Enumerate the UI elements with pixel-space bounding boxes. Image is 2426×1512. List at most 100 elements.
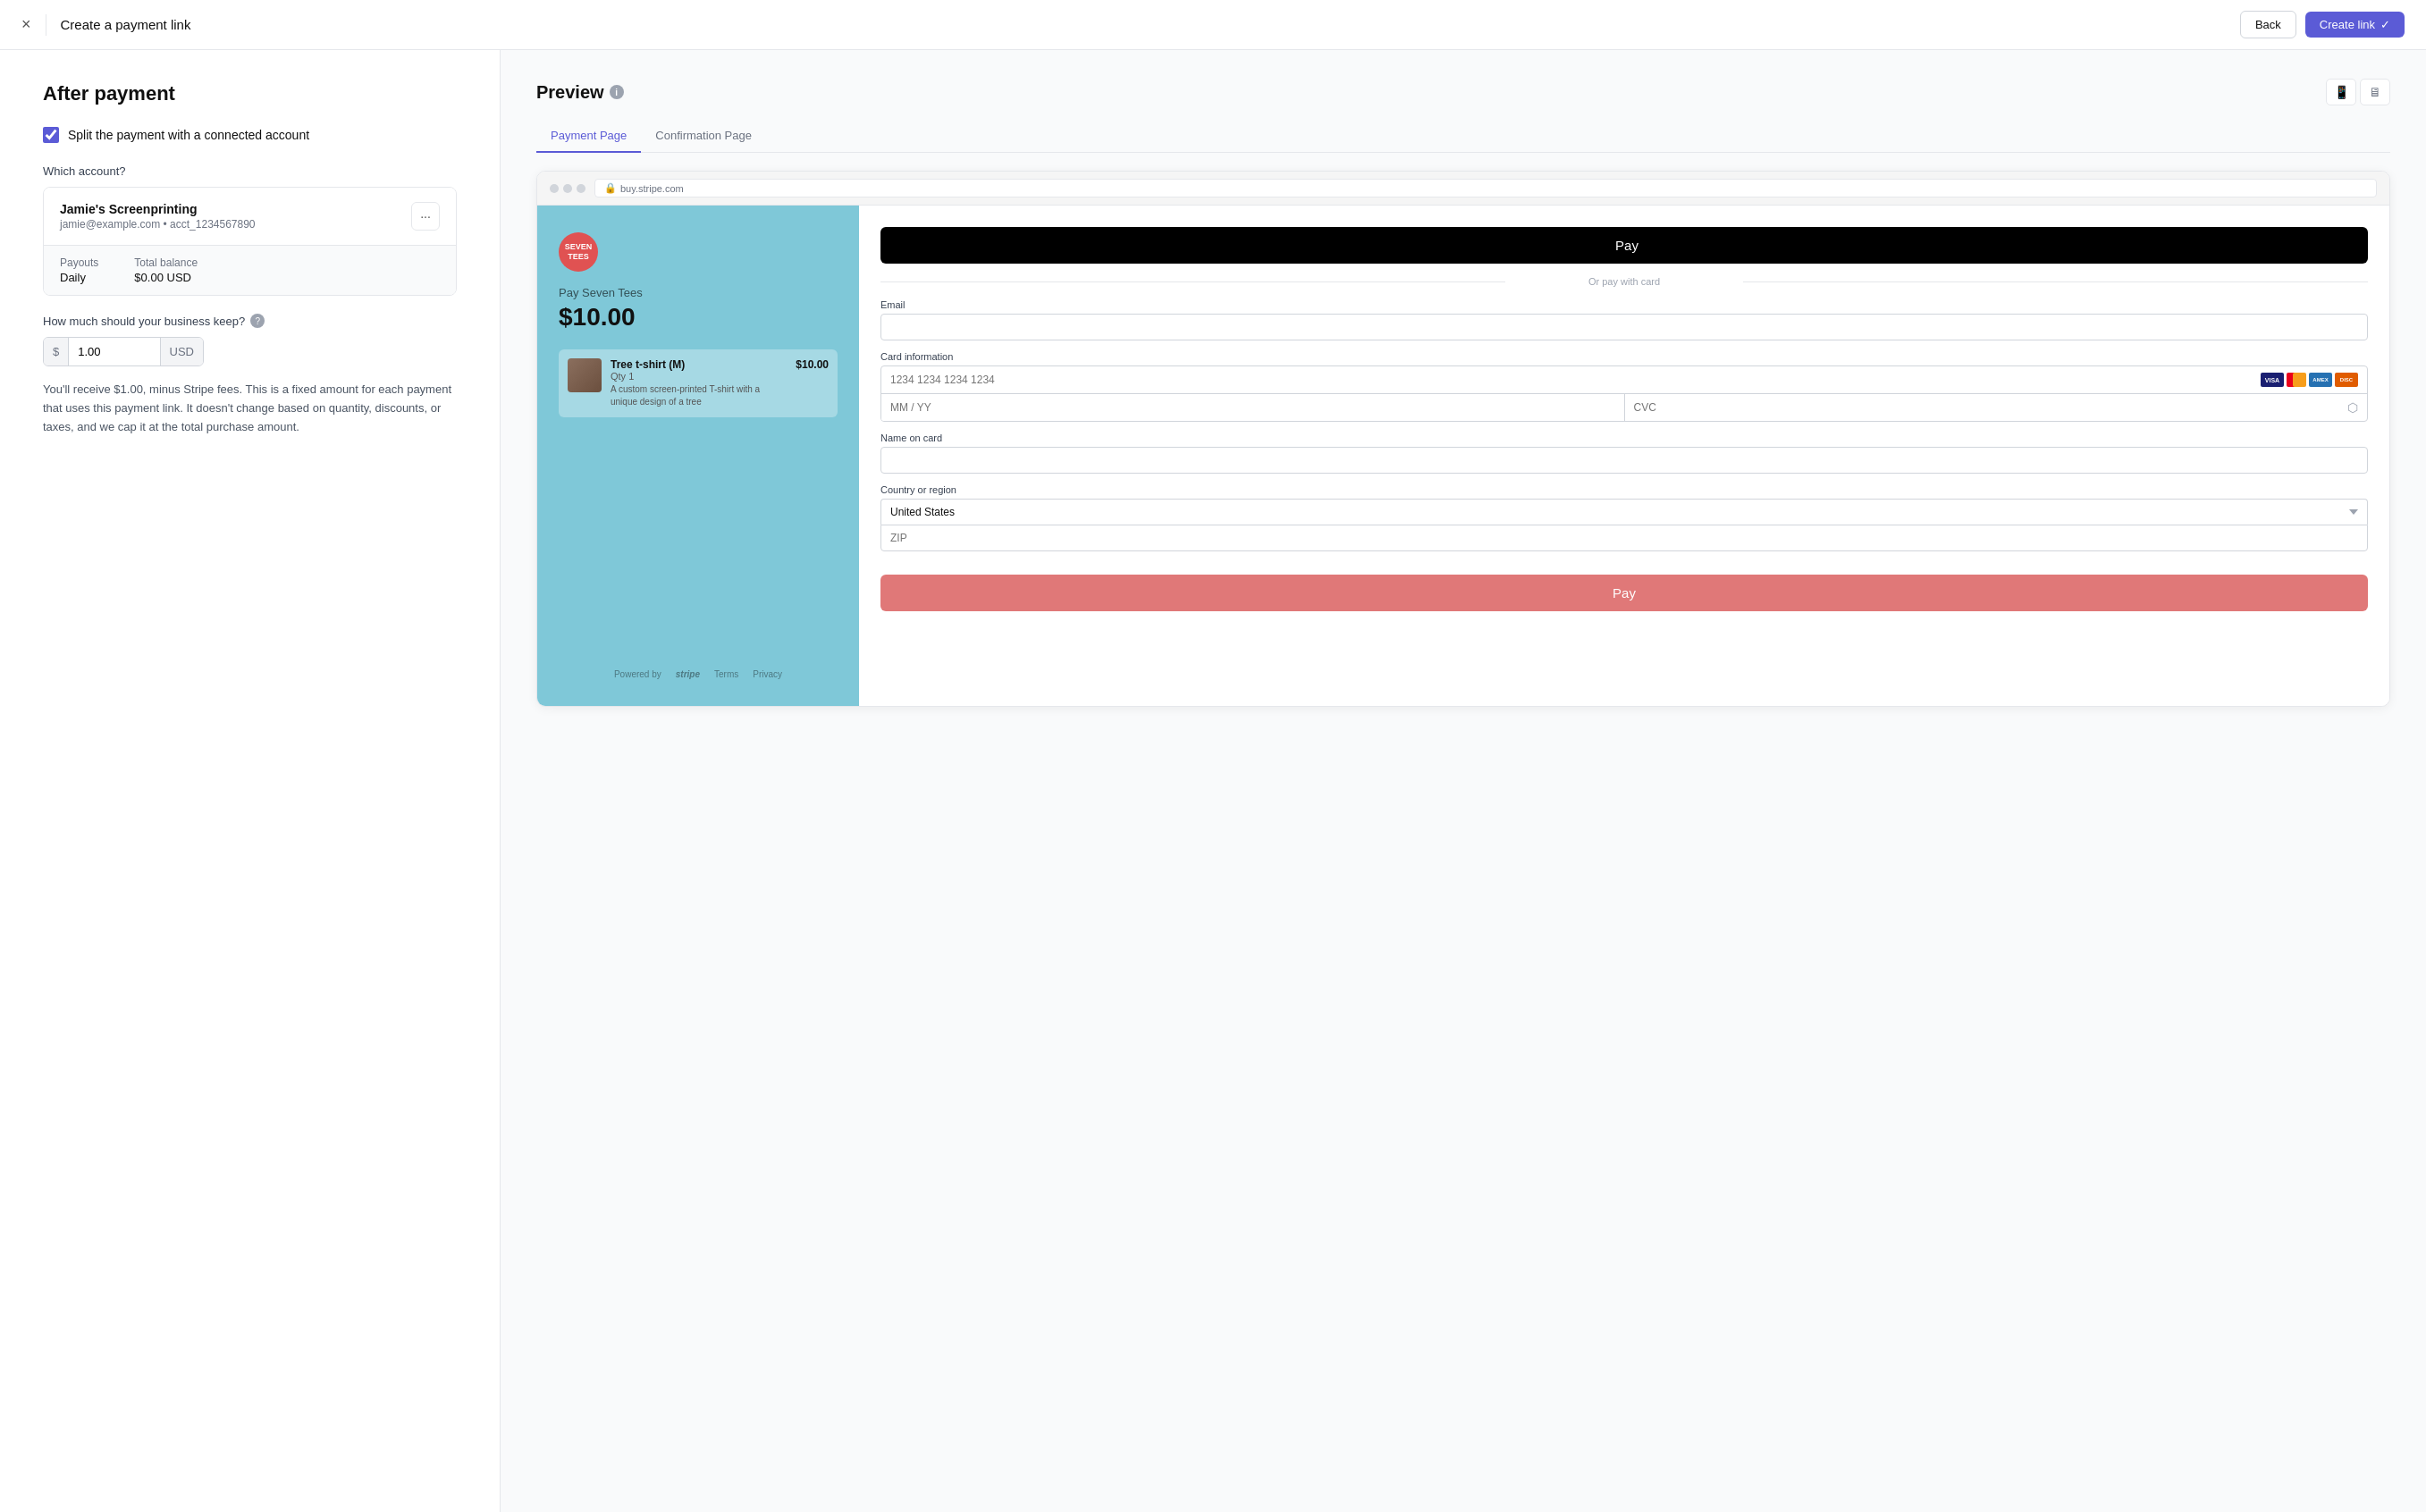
close-icon: × [21, 15, 31, 34]
split-payment-label: Split the payment with a connected accou… [68, 128, 309, 142]
product-info: Tree t-shirt (M) Qty 1 A custom screen-p… [611, 358, 787, 408]
privacy-link[interactable]: Privacy [753, 669, 782, 679]
merchant-badge: SEVENTEES [559, 232, 598, 272]
account-card-bottom: Payouts Daily Total balance $0.00 USD [44, 245, 456, 295]
right-panel: Preview i 📱 🖥 Payment Page Confirmation … [501, 50, 2426, 1512]
balance-value: $0.00 USD [134, 271, 198, 284]
balance-label: Total balance [134, 256, 198, 269]
card-cvc-wrapper: ⬡ [1624, 394, 2368, 421]
account-card: Jamie's Screenprinting jamie@example.com… [43, 187, 457, 296]
browser-url: 🔒 buy.stripe.com [594, 179, 2377, 197]
keep-label: How much should your business keep? [43, 315, 245, 328]
amex-logo: AMEX [2309, 373, 2332, 387]
topbar-left: × Create a payment link [21, 14, 190, 36]
country-label: Country or region [880, 484, 2368, 495]
split-payment-row: Split the payment with a connected accou… [43, 127, 457, 143]
split-payment-checkbox[interactable] [43, 127, 59, 143]
preview-product-info: SEVENTEES Pay Seven Tees $10.00 Tree t-s… [559, 232, 838, 417]
card-information-field: Card information VISA [880, 351, 2368, 422]
cvc-icon: ⬡ [2347, 400, 2358, 415]
card-number-input[interactable] [890, 374, 2261, 386]
name-on-card-field: Name on card [880, 433, 2368, 474]
country-region-field: Country or region United States [880, 484, 2368, 551]
balance-stat: Total balance $0.00 USD [134, 256, 198, 284]
which-account-label: Which account? [43, 164, 457, 178]
back-button[interactable]: Back [2240, 11, 2296, 38]
create-link-label: Create link [2320, 18, 2375, 31]
topbar: × Create a payment link Back Create link… [0, 0, 2426, 50]
product-price: $10.00 [796, 358, 829, 371]
terms-link[interactable]: Terms [714, 669, 738, 679]
topbar-right: Back Create link ✓ [2240, 11, 2405, 38]
browser-dot-3 [577, 184, 585, 193]
browser-dot-1 [550, 184, 559, 193]
card-logos: VISA AMEX DISC [2261, 373, 2358, 387]
amount-suffix: USD [160, 338, 203, 365]
preview-form-panel: Pay Or pay with card Email Card informat… [859, 206, 2389, 706]
powered-by-text: Powered by [614, 669, 661, 679]
card-fields-group: VISA AMEX DISC [880, 365, 2368, 422]
pay-label: Pay Seven Tees [559, 286, 838, 299]
preview-title: Preview i [536, 82, 624, 103]
visa-logo: VISA [2261, 373, 2284, 387]
preview-header: Preview i 📱 🖥 [536, 79, 2390, 105]
account-info: Jamie's Screenprinting jamie@example.com… [60, 202, 256, 231]
pay-button[interactable]: Pay [880, 575, 2368, 611]
email-input[interactable] [880, 314, 2368, 340]
desktop-view-button[interactable]: 🖥 [2360, 79, 2390, 105]
preview-footer: Powered by stripe Terms Privacy [559, 669, 838, 679]
preview-info-icon[interactable]: i [610, 85, 624, 99]
lock-icon: 🔒 [604, 182, 617, 194]
tab-confirmation-page[interactable]: Confirmation Page [641, 120, 766, 153]
discover-logo: DISC [2335, 373, 2358, 387]
card-expiry-cvc-row: ⬡ [881, 394, 2367, 421]
stripe-logo: stripe [676, 669, 700, 679]
product-name: Tree t-shirt (M) [611, 358, 787, 371]
name-on-card-input[interactable] [880, 447, 2368, 474]
product-row: Tree t-shirt (M) Qty 1 A custom screen-p… [559, 349, 838, 417]
product-image-inner [568, 358, 602, 392]
browser-dot-2 [563, 184, 572, 193]
amount-prefix: $ [44, 338, 69, 365]
main-layout: After payment Split the payment with a c… [0, 50, 2426, 1512]
account-more-button[interactable]: ··· [411, 202, 440, 231]
close-button[interactable]: × [21, 15, 31, 34]
account-email: jamie@example.com • acct_1234567890 [60, 218, 256, 231]
left-panel: After payment Split the payment with a c… [0, 50, 501, 1512]
keep-info-icon[interactable]: ? [250, 314, 265, 328]
zip-input[interactable] [880, 525, 2368, 551]
account-name: Jamie's Screenprinting [60, 202, 256, 216]
card-cvc-input[interactable] [1634, 401, 2348, 414]
or-pay-divider: Or pay with card [880, 276, 2368, 287]
card-label: Card information [880, 351, 2368, 362]
mobile-view-button[interactable]: 📱 [2326, 79, 2356, 105]
browser-content: SEVENTEES Pay Seven Tees $10.00 Tree t-s… [537, 206, 2389, 706]
keep-label-row: How much should your business keep? ? [43, 314, 457, 328]
page-title: Create a payment link [61, 17, 191, 32]
account-card-top: Jamie's Screenprinting jamie@example.com… [44, 188, 456, 245]
payouts-label: Payouts [60, 256, 98, 269]
apple-pay-button[interactable]: Pay [880, 227, 2368, 264]
checkmark-icon: ✓ [2380, 18, 2390, 31]
card-number-row: VISA AMEX DISC [881, 366, 2367, 394]
preview-product-panel: SEVENTEES Pay Seven Tees $10.00 Tree t-s… [537, 206, 859, 706]
browser-dots [550, 184, 585, 193]
payouts-value: Daily [60, 271, 98, 284]
browser-bar: 🔒 buy.stripe.com [537, 172, 2389, 206]
mastercard-logo-2 [2293, 373, 2306, 387]
helper-text: You'll receive $1.00, minus Stripe fees.… [43, 381, 457, 436]
apple-pay-label: Pay [1615, 238, 1638, 253]
create-link-button[interactable]: Create link ✓ [2305, 12, 2405, 38]
product-qty: Qty 1 [611, 371, 787, 382]
name-on-card-label: Name on card [880, 433, 2368, 443]
device-toggle: 📱 🖥 [2326, 79, 2390, 105]
product-desc: A custom screen-printed T-shirt with a u… [611, 383, 787, 408]
email-label: Email [880, 299, 2368, 310]
amount-input[interactable] [69, 338, 159, 365]
payouts-stat: Payouts Daily [60, 256, 98, 284]
tab-payment-page[interactable]: Payment Page [536, 120, 641, 153]
email-field: Email [880, 299, 2368, 340]
card-expiry-input[interactable] [881, 394, 1624, 421]
country-select[interactable]: United States [880, 499, 2368, 525]
amount-input-row: $ USD [43, 337, 204, 366]
